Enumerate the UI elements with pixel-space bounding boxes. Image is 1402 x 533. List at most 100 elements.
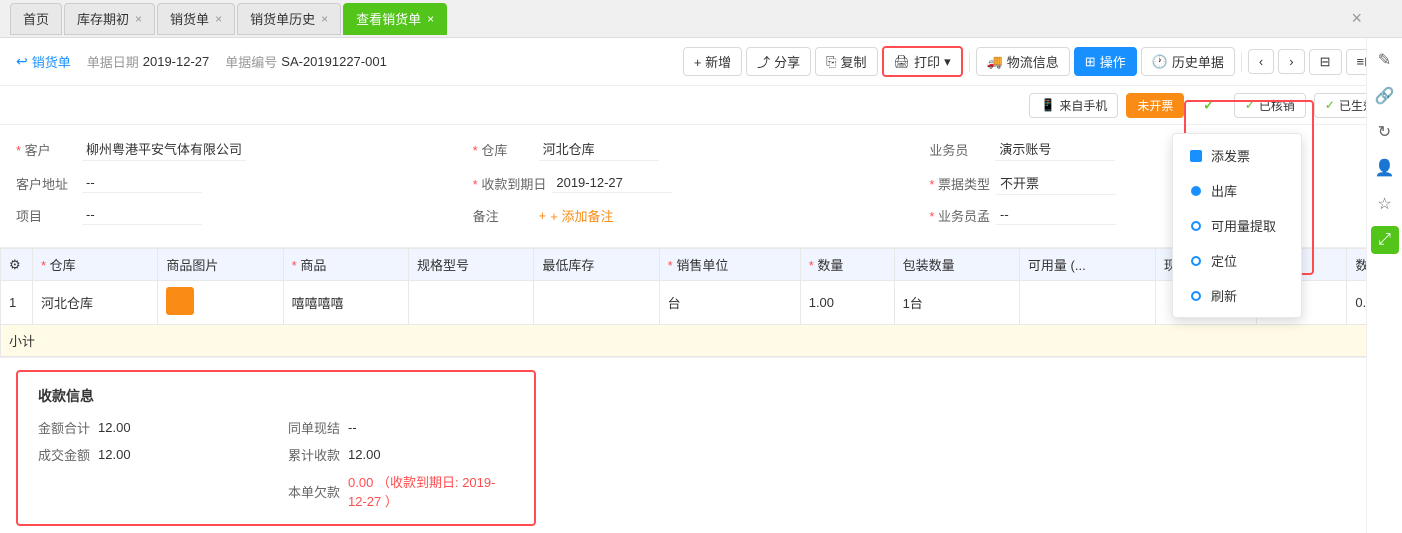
address-label: 客户地址 bbox=[16, 174, 76, 193]
inventory-label: 库存期初 bbox=[77, 9, 129, 28]
new-button[interactable]: + 新增 bbox=[683, 47, 742, 76]
sidebar-edit-icon[interactable]: ✎ bbox=[1371, 46, 1399, 74]
owe-row: 本单欠款 0.00 （收款到期日: 2019-12-27 ） bbox=[288, 472, 514, 510]
tab-view-sales[interactable]: 查看销货单 × bbox=[343, 3, 447, 35]
product-image bbox=[166, 287, 194, 315]
doc-header: ↩ 销货单 单据日期 2019-12-27 单据编号 SA-20191227-0… bbox=[0, 38, 1402, 86]
col-setting[interactable]: ⚙ bbox=[1, 249, 33, 281]
available-qty-item[interactable]: 可用量提取 bbox=[1173, 208, 1301, 243]
doc-type: ↩ 销货单 bbox=[16, 52, 71, 71]
tab-home[interactable]: 首页 bbox=[10, 3, 62, 35]
total-row: 金额合计 12.00 bbox=[38, 418, 264, 437]
mobile-icon: 📱 bbox=[1040, 98, 1055, 112]
staff-value: 演示账号 bbox=[995, 137, 1115, 161]
deal-amount-row: 成交金额 12.00 bbox=[38, 445, 264, 464]
col-unit: * 销售单位 bbox=[659, 249, 800, 281]
row-spec bbox=[408, 281, 533, 325]
circle-outline-icon2 bbox=[1191, 256, 1201, 266]
total-value: 12.00 bbox=[98, 420, 131, 435]
col-pack-qty: 包装数量 bbox=[894, 249, 1019, 281]
history-icon: 🕐 bbox=[1152, 54, 1168, 70]
prev-button[interactable]: ‹ bbox=[1248, 49, 1274, 74]
effect-check-icon: ✓ bbox=[1325, 98, 1335, 112]
add-invoice-icon bbox=[1189, 149, 1203, 163]
add-invoice-label: 添发票 bbox=[1211, 146, 1250, 165]
circle-outline-icon3 bbox=[1191, 291, 1201, 301]
subtotal-label: 小计 bbox=[1, 325, 1402, 357]
not-open-button[interactable]: 未开票 bbox=[1126, 93, 1184, 118]
circle-icon bbox=[1191, 186, 1201, 196]
square-icon bbox=[1190, 150, 1202, 162]
add-note-button[interactable]: + + 添加备注 bbox=[539, 206, 614, 225]
owe-suffix: （收款到期日: bbox=[377, 475, 462, 490]
tab-sales-order[interactable]: 销货单 × bbox=[157, 3, 235, 35]
doc-number-item: 单据编号 SA-20191227-001 bbox=[225, 52, 387, 71]
window-close-icon[interactable]: × bbox=[1351, 8, 1362, 29]
sidebar-refresh-icon[interactable]: ↻ bbox=[1371, 118, 1399, 146]
row-quantity: 1.00 bbox=[800, 281, 894, 325]
sidebar-expand-icon[interactable]: ⤢ bbox=[1371, 226, 1399, 254]
main-content: ↩ 销货单 单据日期 2019-12-27 单据编号 SA-20191227-0… bbox=[0, 38, 1402, 533]
sidebar-star-icon[interactable]: ☆ bbox=[1371, 190, 1399, 218]
sidebar-user-icon[interactable]: 👤 bbox=[1371, 154, 1399, 182]
outbound-label: 出库 bbox=[1211, 181, 1237, 200]
from-mobile-button[interactable]: 📱 来自手机 bbox=[1029, 93, 1118, 118]
due-date-value: 2019-12-27 bbox=[552, 173, 672, 193]
sidebar-link-icon[interactable]: 🔗 bbox=[1371, 82, 1399, 110]
cumulative-row: 累计收款 12.00 bbox=[288, 445, 514, 464]
cancel-check-icon: ✓ bbox=[1245, 98, 1255, 112]
history-button[interactable]: 🕐 历史单据 bbox=[1141, 47, 1235, 76]
refresh-item[interactable]: 刷新 bbox=[1173, 278, 1301, 313]
share-button[interactable]: ⤴ 分享 bbox=[746, 47, 811, 76]
sales-order-close-icon[interactable]: × bbox=[215, 12, 222, 26]
note-field: 备注 + + 添加备注 bbox=[473, 206, 930, 225]
view-sales-close-icon[interactable]: × bbox=[427, 12, 434, 26]
tab-sales-history[interactable]: 销货单历史 × bbox=[237, 3, 341, 35]
share-label: 分享 bbox=[774, 52, 800, 71]
operation-icon: ⊞ bbox=[1085, 54, 1096, 70]
available-qty-icon bbox=[1189, 219, 1203, 233]
cancel-status-button[interactable]: ✓ 已核销 bbox=[1234, 93, 1306, 118]
row-available bbox=[1019, 281, 1155, 325]
operation-button[interactable]: ⊞ 操作 bbox=[1074, 47, 1137, 76]
divider2 bbox=[1241, 52, 1242, 72]
doc-number-value: SA-20191227-001 bbox=[281, 54, 387, 69]
deal-amount-label: 成交金额 bbox=[38, 445, 90, 464]
customer-value: 柳州粤港平安气体有限公司 bbox=[82, 137, 246, 161]
print-icon: 🖨 bbox=[894, 54, 911, 70]
sales-history-close-icon[interactable]: × bbox=[321, 12, 328, 26]
doc-date-value: 2019-12-27 bbox=[143, 54, 210, 69]
doc-date-label: 单据日期 bbox=[87, 52, 139, 71]
divider1 bbox=[969, 52, 970, 72]
subtotal-row: 小计 bbox=[1, 325, 1402, 357]
locate-item[interactable]: 定位 bbox=[1173, 243, 1301, 278]
outbound-item[interactable]: 出库 bbox=[1173, 173, 1301, 208]
cumulative-value: 12.00 bbox=[348, 447, 381, 462]
sales-history-label: 销货单历史 bbox=[250, 9, 315, 28]
copy-label: 复制 bbox=[841, 52, 867, 71]
payment-title: 收款信息 bbox=[38, 386, 514, 406]
col-spec: 规格型号 bbox=[408, 249, 533, 281]
view-sales-label: 查看销货单 bbox=[356, 9, 421, 28]
tab-inventory[interactable]: 库存期初 × bbox=[64, 3, 155, 35]
col-available: 可用量 (... bbox=[1019, 249, 1155, 281]
doc-date-item: 单据日期 2019-12-27 bbox=[87, 52, 210, 71]
grid-view-button[interactable]: ⊟ bbox=[1309, 49, 1342, 75]
payment-grid: 金额合计 12.00 同单现结 -- 成交金额 12.00 累计收款 12.00 bbox=[38, 418, 514, 510]
print-button[interactable]: 🖨 打印 ▾ bbox=[882, 46, 963, 77]
toolbar: + 新增 ⤴ 分享 ⎘ 复制 🖨 打印 ▾ 🚚 物流信息 bbox=[683, 46, 1386, 77]
inventory-close-icon[interactable]: × bbox=[135, 12, 142, 26]
right-sidebar: ✎ 🔗 ↻ 👤 ☆ ⤢ bbox=[1366, 38, 1402, 533]
add-invoice-item[interactable]: 添发票 bbox=[1173, 138, 1301, 173]
warehouse-value: 河北仓库 bbox=[539, 137, 659, 161]
doc-title-area: ↩ 销货单 单据日期 2019-12-27 单据编号 SA-20191227-0… bbox=[16, 52, 387, 71]
copy-button[interactable]: ⎘ 复制 bbox=[815, 47, 877, 76]
logistics-icon: 🚚 bbox=[987, 54, 1003, 70]
add-note-icon: + bbox=[539, 208, 547, 223]
col-product-img: 商品图片 bbox=[158, 249, 283, 281]
owe-label: 本单欠款 bbox=[288, 482, 340, 501]
next-button[interactable]: › bbox=[1278, 49, 1304, 74]
payment-info: 收款信息 金额合计 12.00 同单现结 -- 成交金额 12.00 累计收款 … bbox=[16, 370, 536, 526]
due-date-label: 收款到期日 bbox=[473, 174, 547, 193]
logistics-button[interactable]: 🚚 物流信息 bbox=[976, 47, 1070, 76]
